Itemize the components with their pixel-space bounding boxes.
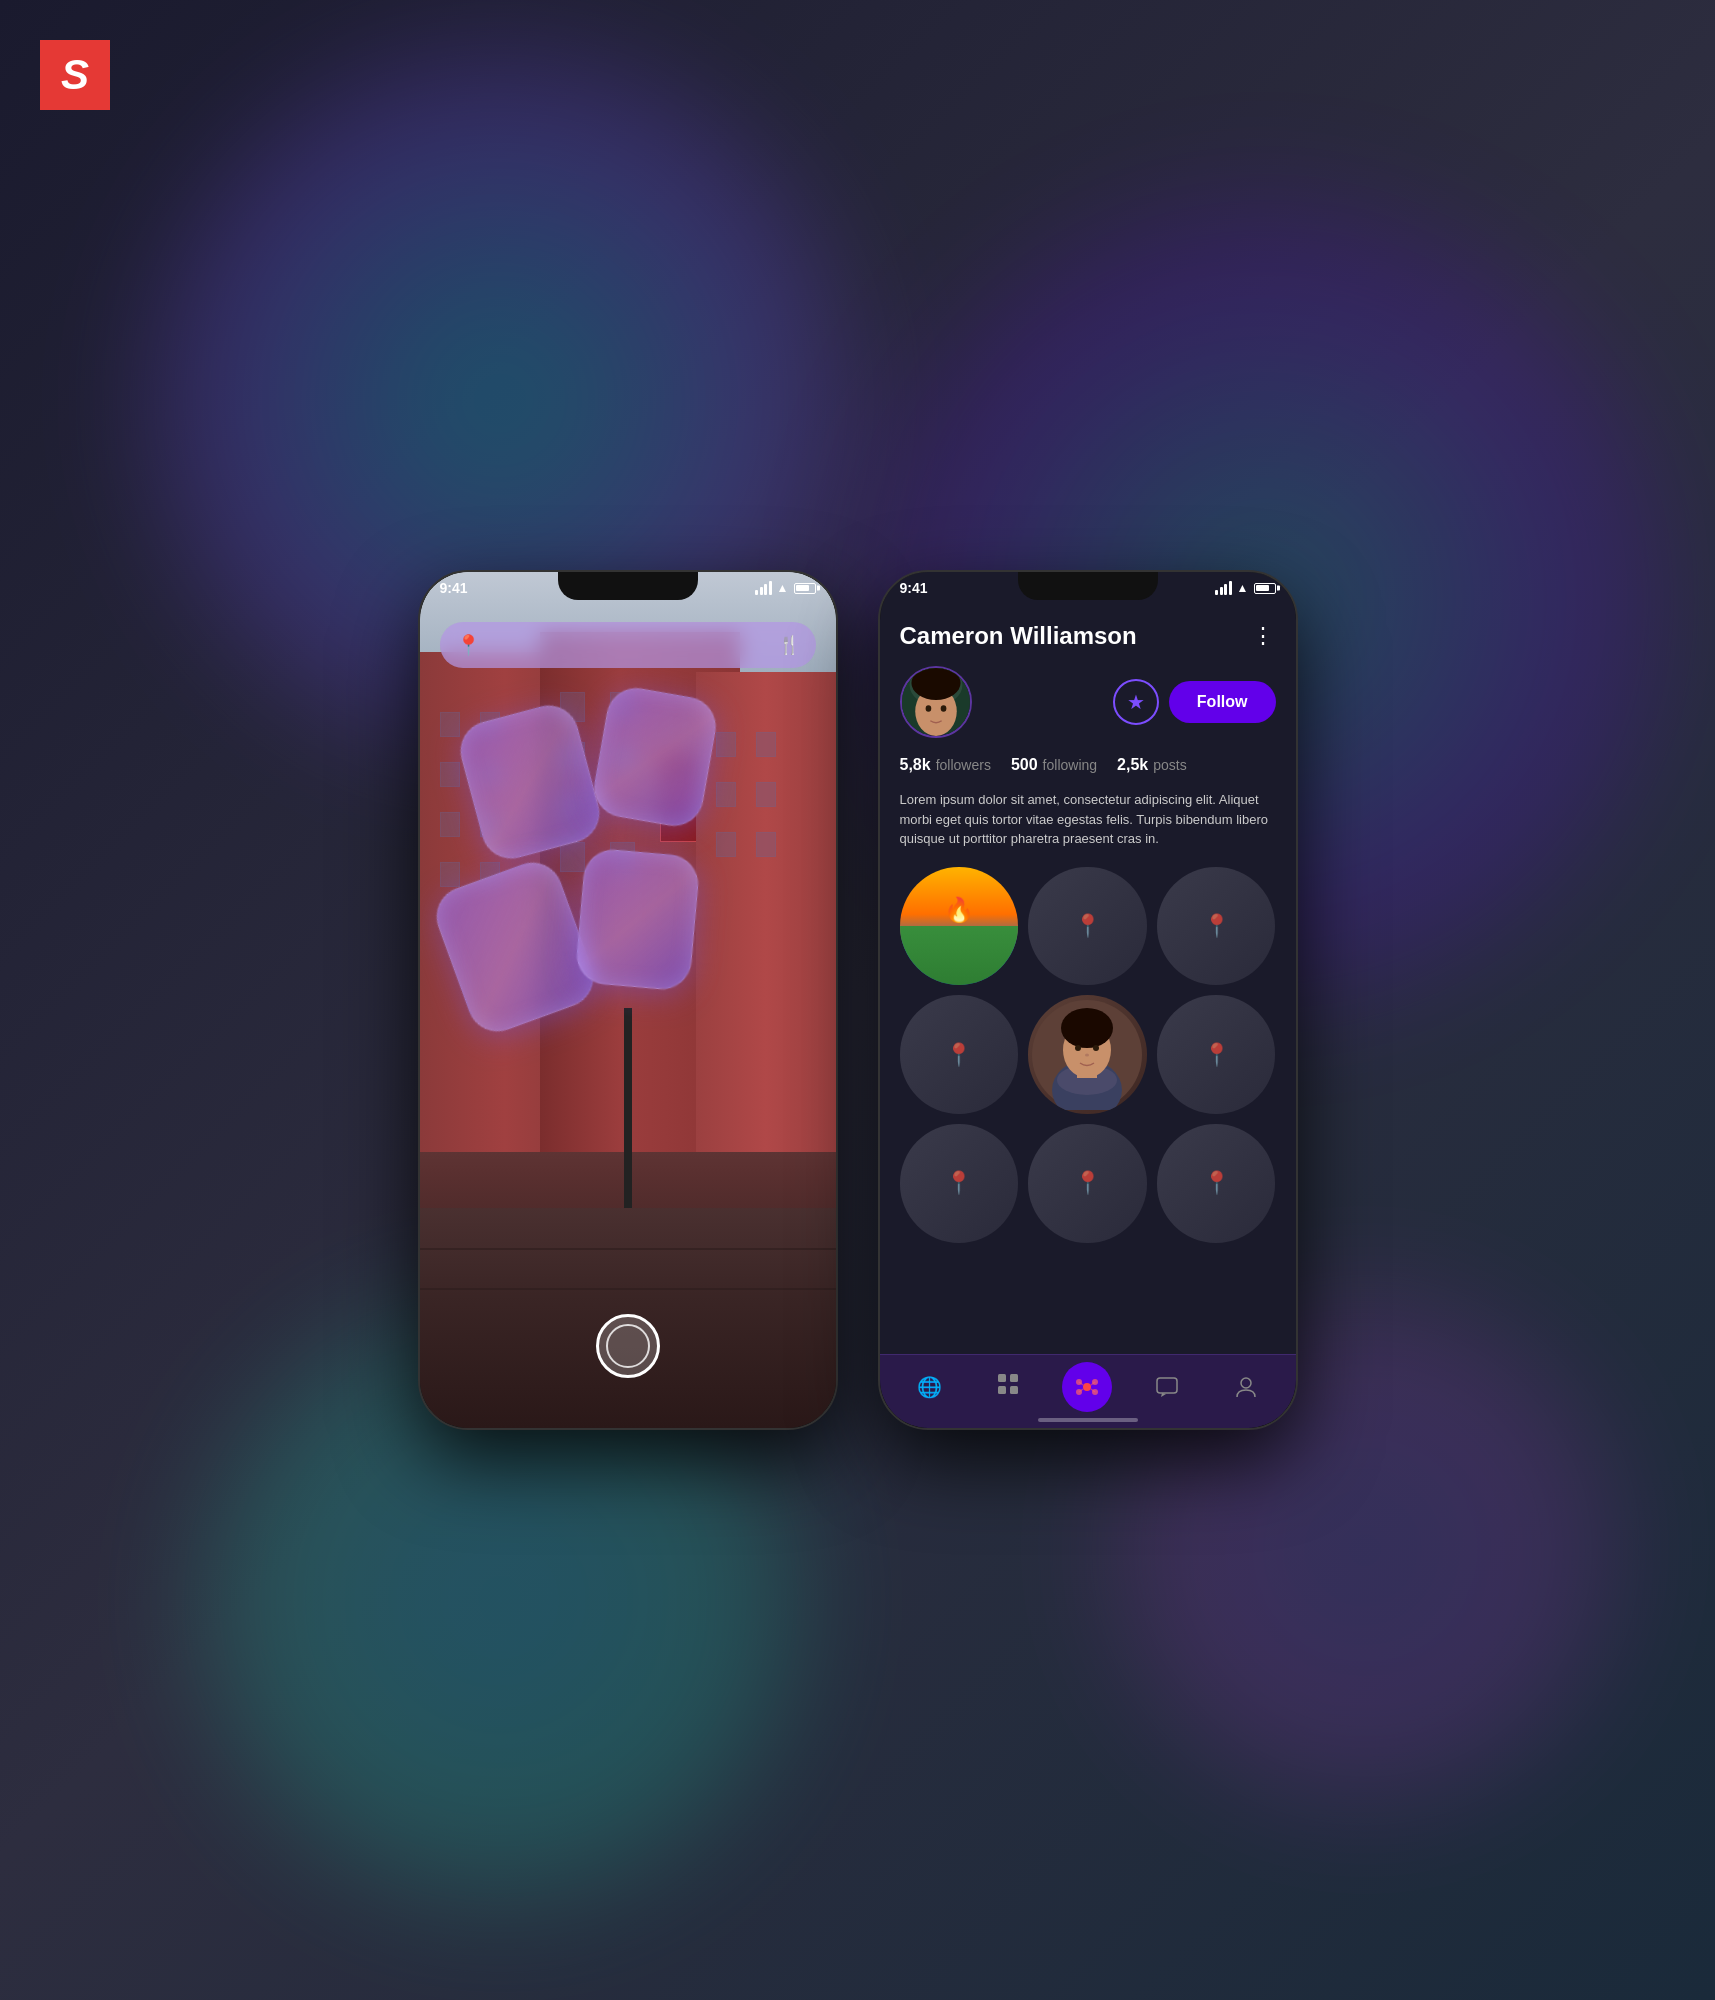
avatar-svg <box>902 666 970 736</box>
stats-row: 5,8k followers 500 following 2,5k posts <box>900 756 1276 774</box>
svg-point-12 <box>1075 1045 1081 1051</box>
grid-item-3[interactable]: 📍 <box>1157 867 1276 986</box>
grid-item-4[interactable]: 📍 <box>900 995 1019 1114</box>
right-phone-notch <box>1018 572 1158 600</box>
following-stat: 500 following <box>1011 756 1097 774</box>
nav-message[interactable] <box>1142 1362 1192 1412</box>
left-phone: 9:41 ▲ <box>418 570 838 1430</box>
ar-fork-icon: 🍴 <box>778 634 800 656</box>
location-pin-icon-4: 📍 <box>1203 1042 1230 1068</box>
svg-point-4 <box>925 705 931 712</box>
followers-label: followers <box>936 757 991 773</box>
grid-item-7[interactable]: 📍 <box>900 1124 1019 1243</box>
profile-content: Cameron Williamson ⋮ <box>880 612 1296 1358</box>
location-pin-icon-5: 📍 <box>945 1170 972 1196</box>
location-pin-icon-3: 📍 <box>945 1042 972 1068</box>
location-pin-icon-6: 📍 <box>1074 1170 1101 1196</box>
person-portrait-svg <box>1032 1000 1142 1110</box>
right-phone: 9:41 ▲ Cameron Williamson <box>878 570 1298 1430</box>
svg-point-14 <box>1085 1053 1089 1056</box>
left-status-icons: ▲ <box>755 581 815 595</box>
avatar <box>900 666 972 738</box>
grid-item-2[interactable]: 📍 <box>1028 867 1147 986</box>
profile-screen: Cameron Williamson ⋮ <box>880 572 1296 1428</box>
nav-globe[interactable]: 🌐 <box>904 1362 954 1412</box>
ar-pin-icon: 📍 <box>456 633 481 657</box>
bottom-nav: 🌐 <box>880 1354 1296 1428</box>
left-status-time: 9:41 <box>440 580 468 596</box>
shutter-button[interactable] <box>596 1314 660 1378</box>
location-pin-icon-2: 📍 <box>1203 913 1230 939</box>
ar-bubble-4 <box>574 847 700 992</box>
posts-stat: 2,5k posts <box>1117 756 1187 774</box>
svg-point-5 <box>940 705 946 712</box>
nav-profile[interactable] <box>1221 1362 1271 1412</box>
ar-search-bar[interactable]: 📍 🍴 <box>440 622 816 668</box>
right-status-icons: ▲ <box>1215 581 1275 595</box>
battery-icon-right <box>1254 583 1276 594</box>
svg-rect-15 <box>998 1374 1006 1382</box>
grid-icon <box>997 1373 1019 1400</box>
battery-icon <box>794 583 816 594</box>
social-network-icon <box>1074 1374 1100 1400</box>
logo-letter: S <box>40 40 110 110</box>
ar-screen: LIVEARTSEVENTS <box>420 572 836 1428</box>
home-indicator <box>1038 1418 1138 1422</box>
ar-bubble-2 <box>589 683 720 830</box>
following-count: 500 <box>1011 756 1038 774</box>
following-label: following <box>1043 757 1097 773</box>
svg-point-3 <box>911 666 960 700</box>
posts-grid: 🔥 📍 📍 📍 <box>900 867 1276 1243</box>
app-logo: S <box>40 40 120 120</box>
svg-point-13 <box>1093 1045 1099 1051</box>
grid-item-8[interactable]: 📍 <box>1028 1124 1147 1243</box>
signal-icon-right <box>1215 581 1232 595</box>
right-status-time: 9:41 <box>900 580 928 596</box>
fire-icon: 🔥 <box>944 896 974 924</box>
nav-social[interactable] <box>1062 1362 1112 1412</box>
more-options-button[interactable]: ⋮ <box>1252 623 1276 649</box>
profile-icon <box>1235 1376 1257 1398</box>
grid-item-5[interactable] <box>1028 995 1147 1114</box>
svg-point-19 <box>1083 1383 1091 1391</box>
wifi-icon-right: ▲ <box>1237 581 1249 595</box>
nav-grid[interactable] <box>983 1362 1033 1412</box>
svg-rect-18 <box>1010 1386 1018 1394</box>
left-phone-notch <box>558 572 698 600</box>
svg-rect-16 <box>1010 1374 1018 1382</box>
followers-count: 5,8k <box>900 756 931 774</box>
ar-background: LIVEARTSEVENTS <box>420 572 836 1428</box>
location-pin-icon-7: 📍 <box>1203 1170 1230 1196</box>
grid-item-1[interactable]: 🔥 <box>900 867 1019 986</box>
profile-actions: ★ Follow <box>1113 679 1276 725</box>
profile-header: Cameron Williamson ⋮ <box>900 622 1276 650</box>
phones-container: 9:41 ▲ <box>418 570 1298 1430</box>
posts-count: 2,5k <box>1117 756 1148 774</box>
posts-label: posts <box>1153 757 1186 773</box>
svg-rect-17 <box>998 1386 1006 1394</box>
wifi-icon: ▲ <box>777 581 789 595</box>
follow-button[interactable]: Follow <box>1169 681 1276 723</box>
svg-point-29 <box>1241 1378 1251 1388</box>
svg-point-11 <box>1061 1008 1113 1048</box>
svg-rect-28 <box>1157 1378 1177 1393</box>
profile-name: Cameron Williamson <box>900 622 1137 650</box>
location-pin-icon: 📍 <box>1074 913 1101 939</box>
globe-icon: 🌐 <box>917 1375 942 1399</box>
grid-item-6[interactable]: 📍 <box>1157 995 1276 1114</box>
bio-text: Lorem ipsum dolor sit amet, consectetur … <box>900 790 1276 849</box>
message-icon <box>1156 1376 1178 1398</box>
followers-stat: 5,8k followers <box>900 756 991 774</box>
star-button[interactable]: ★ <box>1113 679 1159 725</box>
signal-icon <box>755 581 772 595</box>
profile-info-row: ★ Follow <box>900 666 1276 738</box>
grid-item-9[interactable]: 📍 <box>1157 1124 1276 1243</box>
building-right <box>696 672 836 1152</box>
